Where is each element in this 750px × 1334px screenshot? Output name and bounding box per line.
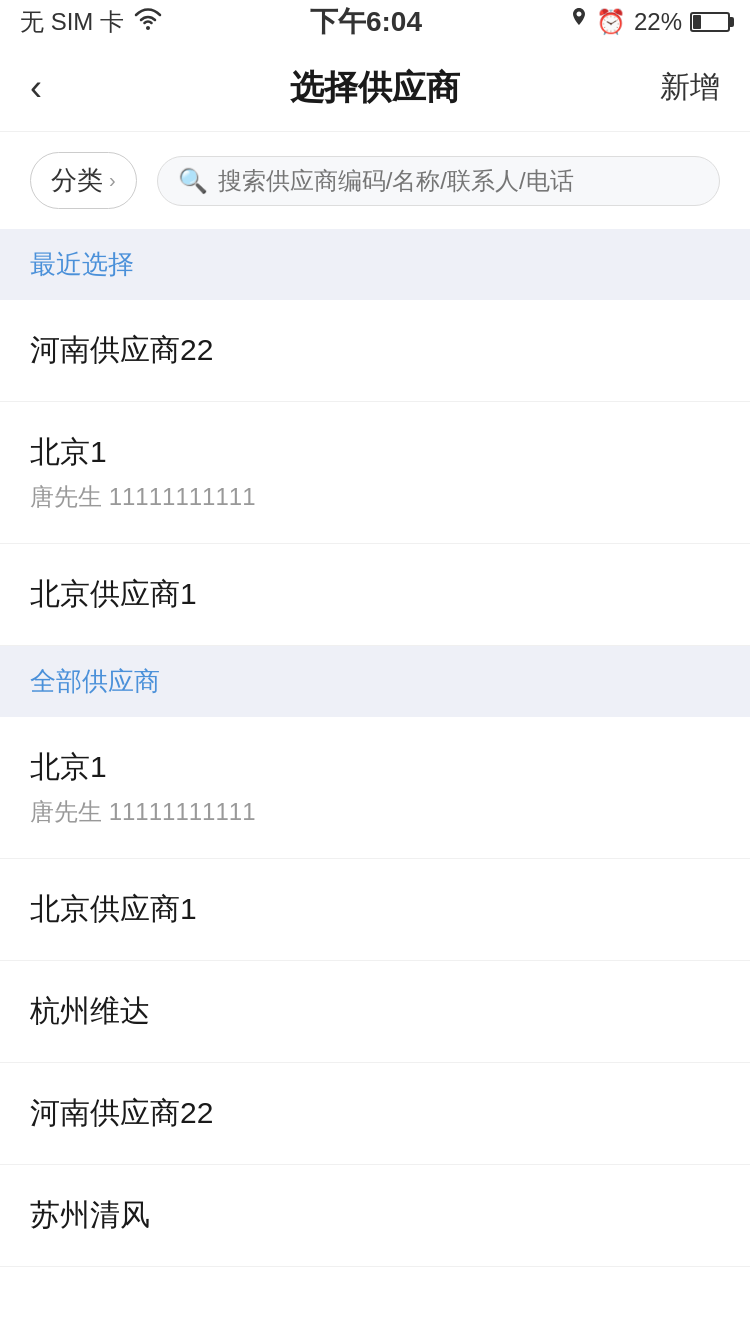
item-name: 北京1 [30, 432, 720, 473]
list-item[interactable]: 北京1 唐先生 11111111111 [0, 717, 750, 859]
item-sub: 唐先生 11111111111 [30, 796, 720, 828]
recent-section-label: 最近选择 [30, 249, 134, 279]
filter-bar: 分类 › 🔍 [0, 132, 750, 229]
all-section-header: 全部供应商 [0, 646, 750, 717]
battery-icon [690, 12, 730, 32]
item-sub: 唐先生 11111111111 [30, 481, 720, 513]
alarm-icon: ⏰ [596, 8, 626, 36]
status-bar: 无 SIM 卡 下午6:04 ⏰ 22% [0, 0, 750, 44]
search-input[interactable] [218, 167, 699, 195]
item-name: 河南供应商22 [30, 1093, 720, 1134]
location-icon [570, 8, 588, 36]
search-box[interactable]: 🔍 [157, 156, 720, 206]
list-item[interactable]: 杭州维达 [0, 961, 750, 1063]
list-item[interactable]: 河南供应商22 [0, 1063, 750, 1165]
list-item[interactable]: 苏州清风 [0, 1165, 750, 1267]
list-item[interactable]: 北京供应商1 [0, 859, 750, 961]
category-button[interactable]: 分类 › [30, 152, 137, 209]
all-section-label: 全部供应商 [30, 666, 160, 696]
status-left: 无 SIM 卡 [20, 6, 162, 38]
recent-section-header: 最近选择 [0, 229, 750, 300]
item-name: 苏州清风 [30, 1195, 720, 1236]
sim-status: 无 SIM 卡 [20, 6, 124, 38]
wifi-icon [134, 8, 162, 36]
all-list: 北京1 唐先生 11111111111 北京供应商1 杭州维达河南供应商22 苏州清风 [0, 717, 750, 1267]
list-item[interactable]: 北京1 唐先生 11111111111 [0, 402, 750, 544]
item-name: 北京1 [30, 747, 720, 788]
back-button[interactable]: ‹ [30, 67, 90, 109]
chevron-right-icon: › [109, 169, 116, 192]
search-icon: 🔍 [178, 167, 208, 195]
recent-list: 河南供应商22 北京1 唐先生 11111111111 北京供应商1 [0, 300, 750, 646]
list-item[interactable]: 北京供应商1 [0, 544, 750, 646]
status-time: 下午6:04 [310, 3, 422, 41]
add-button[interactable]: 新增 [660, 67, 720, 108]
nav-bar: ‹ 选择供应商 新增 [0, 44, 750, 132]
item-name: 北京供应商1 [30, 889, 720, 930]
item-name: 北京供应商1 [30, 574, 720, 615]
item-name: 杭州维达 [30, 991, 720, 1032]
list-item[interactable]: 河南供应商22 [0, 300, 750, 402]
battery-percent: 22% [634, 8, 682, 36]
status-right: ⏰ 22% [570, 8, 730, 36]
page-title: 选择供应商 [290, 65, 460, 111]
category-label: 分类 [51, 163, 103, 198]
item-name: 河南供应商22 [30, 330, 720, 371]
